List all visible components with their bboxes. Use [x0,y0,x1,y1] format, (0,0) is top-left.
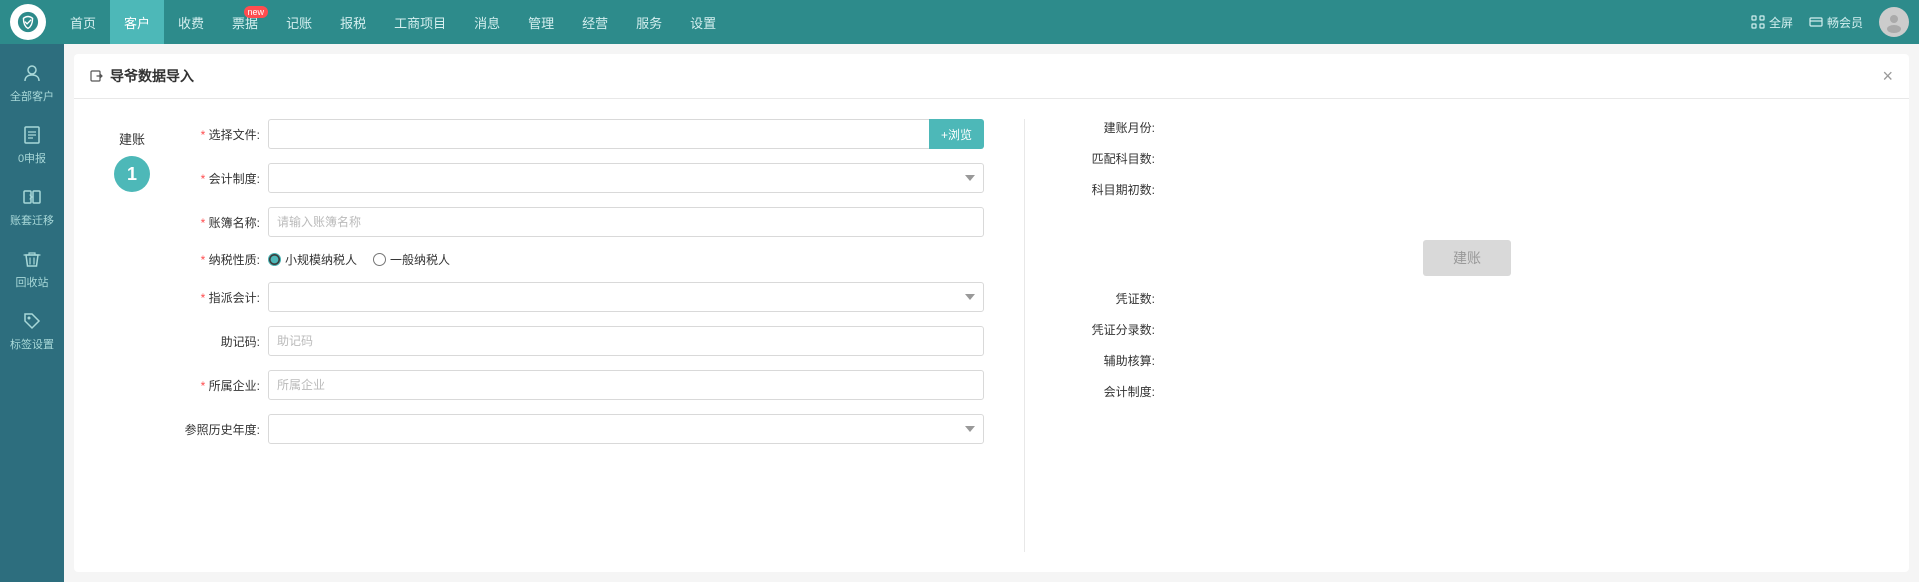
tax-type-row: 纳税性质: 小规模纳税人 一般纳税人 [180,251,984,268]
sidebar-item-all-customers[interactable]: 全部客户 [0,54,64,112]
build-account-button[interactable]: 建账 [1423,240,1511,276]
main-layout: 全部客户 0申报 账套迁移 回收站 标签设置 [0,44,1919,582]
build-month-row: 建账月份: [1065,119,1869,136]
voucher-label: 凭证数: [1065,290,1155,307]
memo-code-row: 助记码: [180,326,984,356]
nav-invoice[interactable]: 票据 new [218,0,272,44]
right-account-system-label: 会计制度: [1065,383,1155,400]
assign-accountant-label: 指派会计: [180,289,260,306]
build-month-label: 建账月份: [1065,119,1155,136]
member-button[interactable]: 畅会员 [1809,14,1863,31]
belong-company-input[interactable] [268,370,984,400]
sidebar-item-declare[interactable]: 0申报 [0,116,64,174]
refer-history-label: 参照历史年度: [180,421,260,438]
file-input-display [268,119,929,149]
user-icon [21,62,43,84]
nav-bookkeeping[interactable]: 记账 [272,0,326,44]
nav-service[interactable]: 服务 [622,0,676,44]
nav-customer[interactable]: 客户 [110,0,164,44]
main-content: 导爷数据导入 × 建账 1 选择文件: [64,44,1919,582]
sidebar-item-trash[interactable]: 回收站 [0,240,64,298]
tax-option2-radio[interactable] [373,253,386,266]
book-name-label: 账簿名称: [180,214,260,231]
nav-settings[interactable]: 设置 [676,0,730,44]
close-button[interactable]: × [1882,67,1893,85]
fullscreen-button[interactable]: 全屏 [1751,14,1793,31]
match-subject-label: 匹配科目数: [1065,150,1155,167]
tax-type-label: 纳税性质: [180,251,260,268]
book-name-row: 账簿名称: [180,207,984,237]
subject-init-label: 科目期初数: [1065,181,1155,198]
nav-right: 全屏 畅会员 [1751,7,1909,37]
subject-init-row: 科目期初数: [1065,181,1869,198]
nav-manage[interactable]: 管理 [514,0,568,44]
right-account-system-row: 会计制度: [1065,383,1869,400]
import-icon [90,69,104,83]
step-section: 建账 1 [114,119,150,552]
file-label: 选择文件: [180,126,260,143]
form-left: 选择文件: +浏览 会计制度: [180,119,984,552]
belong-company-label: 所属企业: [180,377,260,394]
browse-button[interactable]: +浏览 [929,119,984,149]
dialog-title: 导爷数据导入 [90,66,194,86]
step-circle: 1 [114,156,150,192]
memo-code-input[interactable] [268,326,984,356]
account-system-row: 会计制度: [180,163,984,193]
member-label: 畅会员 [1827,14,1863,31]
memo-code-label: 助记码: [180,333,260,350]
sidebar-item-migrate[interactable]: 账套迁移 [0,178,64,236]
form-section: 选择文件: +浏览 会计制度: [180,119,1869,552]
assign-accountant-row: 指派会计: [180,282,984,312]
auxiliary-row: 辅助核算: [1065,352,1869,369]
top-nav: 首页 客户 收费 票据 new 记账 报税 工商项目 消息 管理 经营 服务 设… [0,0,1919,44]
nav-fee[interactable]: 收费 [164,0,218,44]
dialog-header: 导爷数据导入 × [74,54,1909,99]
tax-option2-label[interactable]: 一般纳税人 [373,251,450,268]
voucher-entries-label: 凭证分录数: [1065,321,1155,338]
tax-type-radio-group: 小规模纳税人 一般纳税人 [268,251,984,268]
user-avatar[interactable] [1879,7,1909,37]
nav-items: 首页 客户 收费 票据 new 记账 报税 工商项目 消息 管理 经营 服务 设… [56,0,1751,44]
assign-accountant-select[interactable] [268,282,984,312]
sidebar: 全部客户 0申报 账套迁移 回收站 标签设置 [0,44,64,582]
tax-option1-radio[interactable] [268,253,281,266]
trash-icon [21,248,43,270]
refer-history-row: 参照历史年度: [180,414,984,444]
account-system-select[interactable] [268,163,984,193]
sidebar-item-tag-settings[interactable]: 标签设置 [0,302,64,360]
file-row: 选择文件: +浏览 [180,119,984,149]
vertical-divider [1024,119,1025,552]
nav-operation[interactable]: 经营 [568,0,622,44]
voucher-entries-row: 凭证分录数: [1065,321,1869,338]
match-subject-row: 匹配科目数: [1065,150,1869,167]
nav-message[interactable]: 消息 [460,0,514,44]
nav-tax[interactable]: 报税 [326,0,380,44]
migrate-icon [21,186,43,208]
belong-company-row: 所属企业: [180,370,984,400]
fullscreen-label: 全屏 [1769,14,1793,31]
new-badge: new [244,6,269,18]
nav-home[interactable]: 首页 [56,0,110,44]
book-name-input[interactable] [268,207,984,237]
refer-history-select[interactable] [268,414,984,444]
nav-biz-project[interactable]: 工商项目 [380,0,460,44]
account-system-label: 会计制度: [180,170,260,187]
app-logo[interactable] [10,4,46,40]
form-right: 建账月份: 匹配科目数: 科目期初数: [1065,119,1869,552]
auxiliary-label: 辅助核算: [1065,352,1155,369]
tag-icon [21,310,43,332]
step-label: 建账 [119,129,145,148]
voucher-row: 凭证数: [1065,290,1869,307]
dialog-body: 建账 1 选择文件: +浏览 [74,99,1909,572]
declare-icon [21,124,43,146]
dialog-container: 导爷数据导入 × 建账 1 选择文件: [74,54,1909,572]
tax-option1-label[interactable]: 小规模纳税人 [268,251,357,268]
